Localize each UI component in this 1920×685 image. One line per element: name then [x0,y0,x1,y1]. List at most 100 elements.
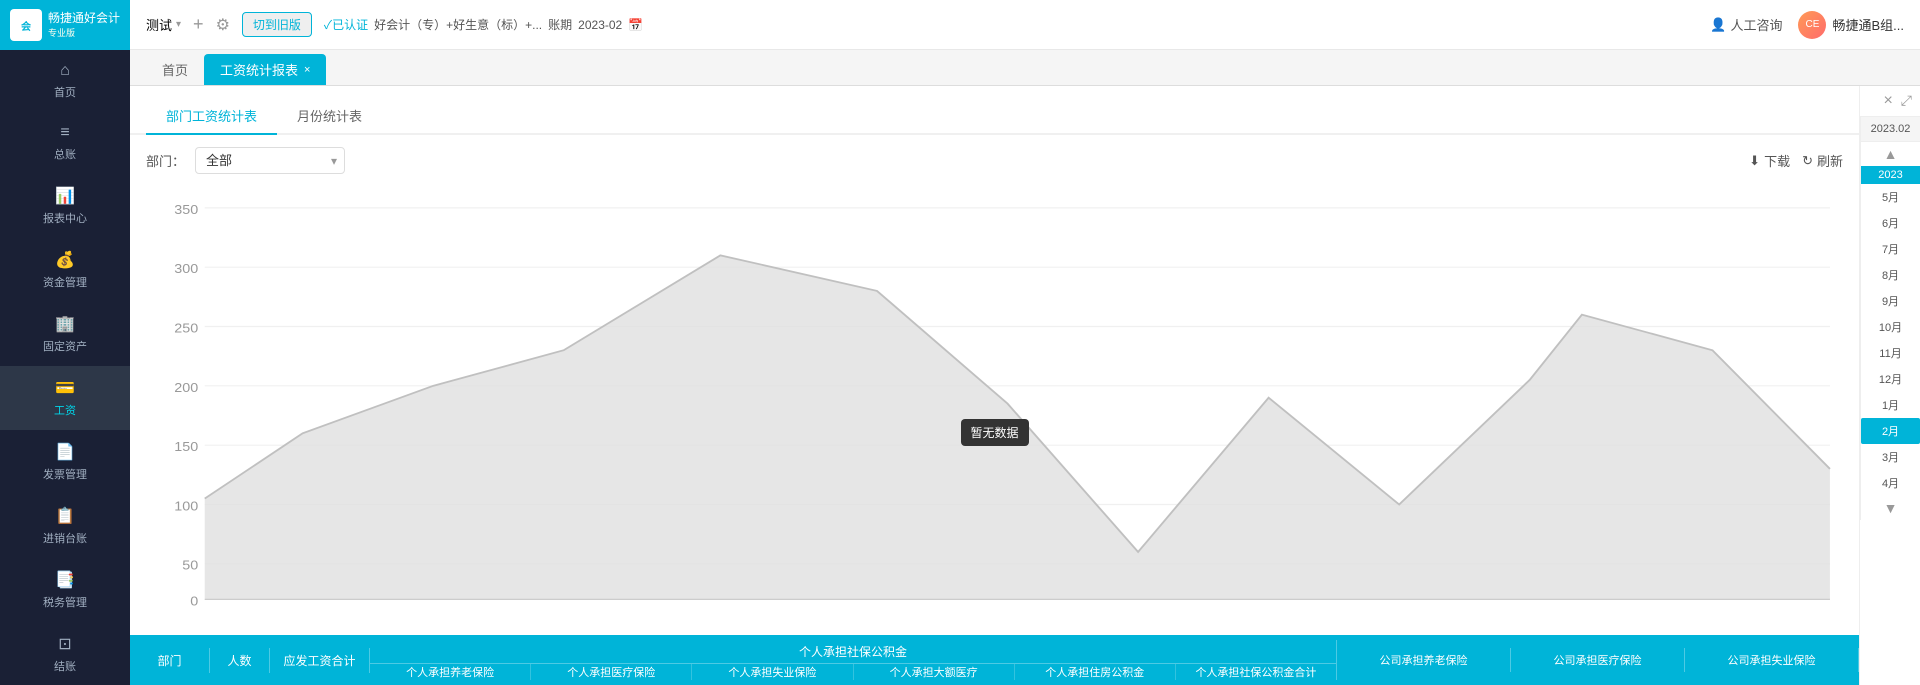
sidebar-label-funds: 资金管理 [43,274,87,290]
sidebar-item-reports[interactable]: 📊 报表中心 [0,174,130,238]
company-dropdown[interactable]: 测试 ▾ [146,15,181,34]
subtabs: 部门工资统计表月份统计表 [130,86,1859,135]
panel-prev-arrow[interactable]: ▲ [1880,142,1902,166]
product-tags: 好会计（专）+好生意（标）+... [374,16,542,33]
tab-home[interactable]: 首页 [146,54,204,85]
company-name: 测试 [146,15,172,34]
logo-text: 畅捷通好会计 专业版 [48,11,120,40]
panel-month-2022-10月[interactable]: 10月 [1861,314,1920,340]
dropdown-arrow: ▾ [176,19,181,30]
table-header-personal-sub-5: 个人承担社保公积金合计 [1176,664,1336,680]
sidebar-item-settle[interactable]: ⊡ 结账 [0,622,130,685]
svg-text:350: 350 [174,202,198,216]
sidebar-icon-settle: ⊡ [58,634,71,654]
panel-date-label: 2023.02 [1861,117,1920,142]
svg-text:50: 50 [182,558,198,572]
sidebar-label-invoice: 发票管理 [43,466,87,482]
content-area: 部门工资统计表月份统计表 部门： 全部销售部财务部技术部 ⬇ 下载 ↻ [130,86,1920,685]
panel-month-2022-9月[interactable]: 9月 [1861,288,1920,314]
panel-year-badge: 2023 [1861,166,1920,184]
download-icon: ⬇ [1749,153,1760,169]
sidebar-label-ledger: 总账 [54,146,76,162]
old-version-button[interactable]: 切到旧版 [242,12,312,37]
content-main: 部门工资统计表月份统计表 部门： 全部销售部财务部技术部 ⬇ 下载 ↻ [130,86,1859,685]
table-header-personal-sub-4: 个人承担住房公积金 [1015,664,1176,680]
panel-month-2022-7月[interactable]: 7月 [1861,236,1920,262]
dept-select[interactable]: 全部销售部财务部技术部 [195,147,345,174]
verified-tag: ✓已认证 [324,16,368,33]
panel-month-2023-4月[interactable]: 4月 [1861,470,1920,496]
panel-month-2023-3月[interactable]: 3月 [1861,444,1920,470]
username: 畅捷通B组... [1832,15,1904,34]
sidebar-item-funds[interactable]: 💰 资金管理 [0,238,130,302]
topbar-right: 👤 人工咨询 CE 畅捷通B组... [1710,11,1904,39]
panel-month-2022-5月[interactable]: 5月 [1861,184,1920,210]
sidebar: 会 畅捷通好会计 专业版 ⌂ 首页 ≡ 总账 📊 报表中心 💰 资金管理 🏢 固… [0,0,130,685]
toolbar-right: ⬇ 下载 ↻ 刷新 [1749,151,1843,170]
user-menu[interactable]: CE 畅捷通B组... [1798,11,1904,39]
sidebar-nav: ⌂ 首页 ≡ 总账 📊 报表中心 💰 资金管理 🏢 固定资产 💳 工资 📄 发票… [0,50,130,685]
sidebar-label-assets: 固定资产 [43,338,87,354]
sidebar-item-assets[interactable]: 🏢 固定资产 [0,302,130,366]
expand-panel-button[interactable]: ⤢ [1901,92,1912,110]
add-button[interactable]: + [193,14,204,35]
sidebar-item-sales[interactable]: 📋 进销台账 [0,494,130,558]
refresh-icon: ↻ [1802,153,1813,169]
sidebar-item-tax[interactable]: 📑 税务管理 [0,558,130,622]
calendar-icon[interactable]: 📅 [628,18,643,32]
svg-text:150: 150 [174,440,198,454]
chart-svg: 0 50 100 150 200 250 300 350 [146,196,1843,635]
subtab-month[interactable]: 月份统计表 [277,98,382,135]
chart-area: 0 50 100 150 200 250 300 350 暂无数据 [130,186,1859,635]
panel-next-arrow[interactable]: ▼ [1880,496,1902,520]
sidebar-icon-invoice: 📄 [55,442,75,462]
dept-select-wrapper: 全部销售部财务部技术部 [195,147,345,174]
sidebar-label-tax: 税务管理 [43,594,87,610]
toolbar-left: 部门： 全部销售部财务部技术部 [146,147,345,174]
svg-text:300: 300 [174,262,198,276]
table-header-salary: 应发工资合计 [270,648,370,673]
topbar: 测试 ▾ + ⚙ 切到旧版 ✓已认证 好会计（专）+好生意（标）+... 账期 … [130,0,1920,50]
table-header-company-sub-2: 公司承担失业保险 [1685,648,1859,672]
dept-label: 部门： [146,151,185,170]
right-panel: 2023.02▲20235月6月7月8月9月10月11月12月1月2月3月4月▼ [1860,117,1920,520]
main-content: 测试 ▾ + ⚙ 切到旧版 ✓已认证 好会计（专）+好生意（标）+... 账期 … [130,0,1920,685]
panel-month-2022-8月[interactable]: 8月 [1861,262,1920,288]
table-header-count: 人数 [210,648,270,673]
panel-month-2022-6月[interactable]: 6月 [1861,210,1920,236]
refresh-button[interactable]: ↻ 刷新 [1802,151,1843,170]
sidebar-icon-tax: 📑 [55,570,75,590]
sidebar-item-ledger[interactable]: ≡ 总账 [0,112,130,174]
table-header-company-sub-1: 公司承担医疗保险 [1511,648,1685,672]
sidebar-item-invoice[interactable]: 📄 发票管理 [0,430,130,494]
subtab-dept[interactable]: 部门工资统计表 [146,98,277,135]
panel-month-2022-11月[interactable]: 11月 [1861,340,1920,366]
consult-button[interactable]: 👤 人工咨询 [1710,15,1782,34]
tab-label-salary-stats: 工资统计报表 [220,60,298,79]
sidebar-label-reports: 报表中心 [43,210,87,226]
avatar: CE [1798,11,1826,39]
sidebar-label-salary: 工资 [54,402,76,418]
svg-text:0: 0 [190,594,198,608]
tab-salary-stats[interactable]: 工资统计报表 × [204,54,326,85]
panel-month-2023-1月[interactable]: 1月 [1861,392,1920,418]
close-panel-button[interactable]: × [1883,92,1892,110]
sidebar-icon-funds: 💰 [55,250,75,270]
table-header-dept: 部门 [130,648,210,673]
tab-label-home: 首页 [162,60,188,79]
svg-text:100: 100 [174,499,198,513]
sidebar-label-home: 首页 [54,84,76,100]
panel-month-2023-2月[interactable]: 2月 [1861,418,1920,444]
tabbar: 首页 工资统计报表 × [130,50,1920,86]
toolbar-row: 部门： 全部销售部财务部技术部 ⬇ 下载 ↻ 刷新 [130,135,1859,186]
table-header-personal-sub-3: 个人承担大额医疗 [854,664,1015,680]
tab-close-salary-stats[interactable]: × [304,64,310,76]
bottom-table-header: 部门人数应发工资合计个人承担社保公积金个人承担养老保险个人承担医疗保险个人承担失… [130,635,1859,685]
download-button[interactable]: ⬇ 下载 [1749,151,1790,170]
sidebar-item-salary[interactable]: 💳 工资 [0,366,130,430]
sidebar-icon-assets: 🏢 [55,314,75,334]
panel-month-2022-12月[interactable]: 12月 [1861,366,1920,392]
logo-icon: 会 [10,9,42,41]
sidebar-item-home[interactable]: ⌂ 首页 [0,50,130,112]
settings-button[interactable]: ⚙ [216,15,230,35]
